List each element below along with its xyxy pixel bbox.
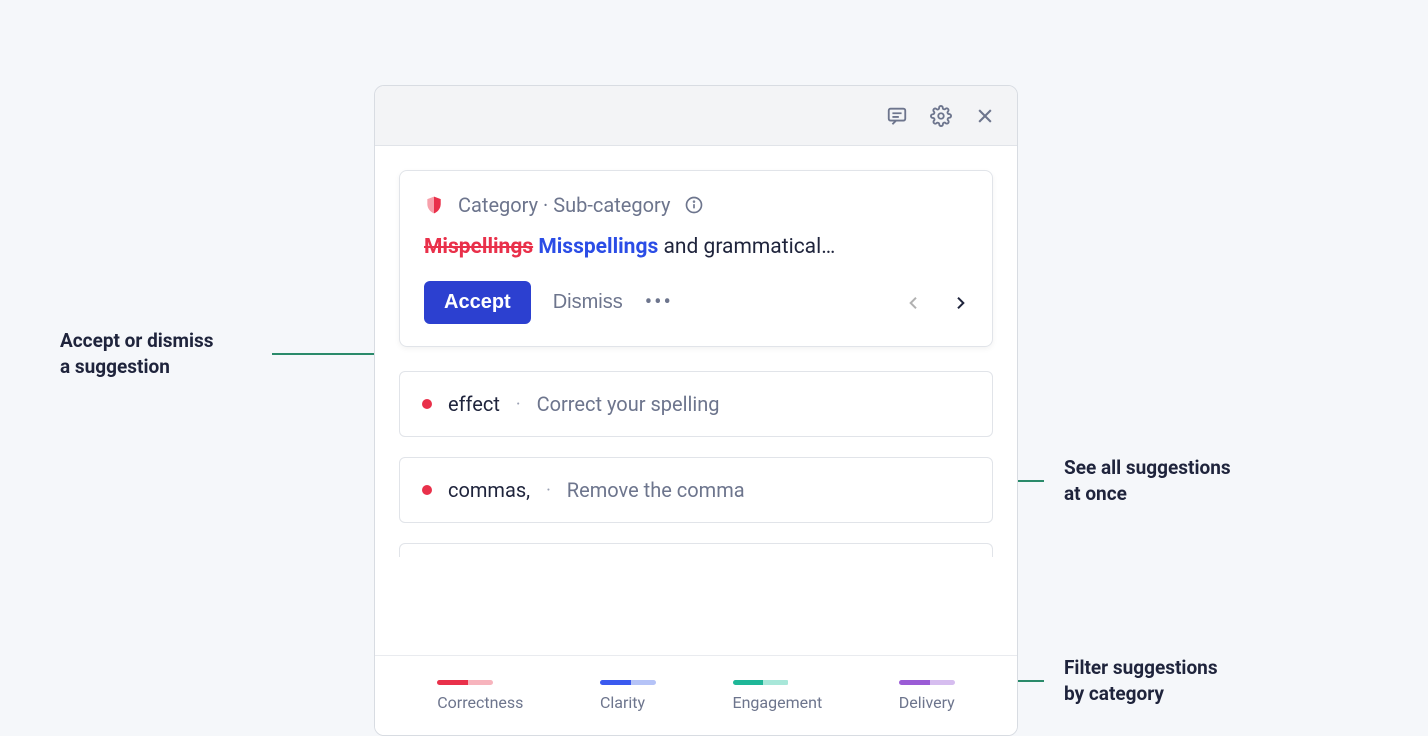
filter-bar-icon bbox=[899, 680, 955, 685]
filter-label: Engagement bbox=[733, 693, 823, 712]
filter-label: Correctness bbox=[437, 693, 523, 712]
action-row: Accept Dismiss ••• bbox=[424, 281, 968, 324]
filter-label: Clarity bbox=[600, 693, 645, 712]
suggestion-card-partial[interactable] bbox=[399, 543, 993, 557]
panel-header bbox=[375, 86, 1017, 146]
annotation-see-all: See all suggestions at once bbox=[1002, 455, 1284, 506]
filter-label: Delivery bbox=[899, 693, 955, 712]
info-icon[interactable] bbox=[684, 195, 704, 215]
annotation-line bbox=[272, 353, 388, 355]
close-icon[interactable] bbox=[973, 104, 997, 128]
correctness-dot-icon bbox=[422, 485, 432, 495]
category-row: Category · Sub-category bbox=[424, 193, 968, 217]
annotation-line bbox=[1014, 480, 1044, 482]
suggestions-panel: Category · Sub-category Mispellings Miss… bbox=[374, 85, 1018, 736]
filter-bar: Correctness Clarity Engagement Delivery bbox=[375, 655, 1017, 735]
nav-arrows bbox=[906, 295, 968, 311]
collapsed-hint: Remove the comma bbox=[567, 478, 745, 502]
filter-bar-icon bbox=[437, 680, 493, 685]
annotation-filter-category: Filter suggestions by category bbox=[1002, 655, 1304, 706]
filter-engagement[interactable]: Engagement bbox=[733, 680, 823, 712]
suggestion-card-expanded: Category · Sub-category Mispellings Miss… bbox=[399, 170, 993, 347]
annotation-line bbox=[1014, 680, 1044, 682]
filter-bar-icon bbox=[733, 680, 789, 685]
filter-delivery[interactable]: Delivery bbox=[899, 680, 955, 712]
next-arrow-icon[interactable] bbox=[952, 295, 968, 311]
suggestion-text: Mispellings Misspellings and grammatical… bbox=[424, 235, 968, 259]
dismiss-button[interactable]: Dismiss bbox=[553, 291, 623, 314]
annotation-text: Accept or dismiss a suggestion bbox=[60, 328, 260, 379]
annotation-text: See all suggestions at once bbox=[1064, 455, 1284, 506]
separator: · bbox=[546, 480, 551, 501]
filter-bar-icon bbox=[600, 680, 656, 685]
collapsed-word: commas, bbox=[448, 478, 530, 502]
suggestion-card-collapsed[interactable]: effect · Correct your spelling bbox=[399, 371, 993, 437]
comment-icon[interactable] bbox=[885, 104, 909, 128]
collapsed-hint: Correct your spelling bbox=[537, 392, 720, 416]
gear-icon[interactable] bbox=[929, 104, 953, 128]
suggestion-card-collapsed[interactable]: commas, · Remove the comma bbox=[399, 457, 993, 523]
trailing-text: and grammatical… bbox=[663, 235, 835, 259]
collapsed-word: effect bbox=[448, 392, 500, 416]
shield-icon bbox=[424, 194, 444, 216]
more-options-icon[interactable]: ••• bbox=[645, 290, 673, 315]
category-label: Category · Sub-category bbox=[458, 193, 670, 217]
filter-correctness[interactable]: Correctness bbox=[437, 680, 523, 712]
correct-word: Misspellings bbox=[538, 235, 658, 259]
filter-clarity[interactable]: Clarity bbox=[600, 680, 656, 712]
annotation-accept-dismiss: Accept or dismiss a suggestion bbox=[60, 328, 400, 379]
accept-button[interactable]: Accept bbox=[424, 281, 531, 324]
annotation-text: Filter suggestions by category bbox=[1064, 655, 1304, 706]
strike-word: Mispellings bbox=[424, 235, 533, 259]
prev-arrow-icon[interactable] bbox=[906, 295, 922, 311]
separator: · bbox=[516, 394, 521, 415]
correctness-dot-icon bbox=[422, 399, 432, 409]
